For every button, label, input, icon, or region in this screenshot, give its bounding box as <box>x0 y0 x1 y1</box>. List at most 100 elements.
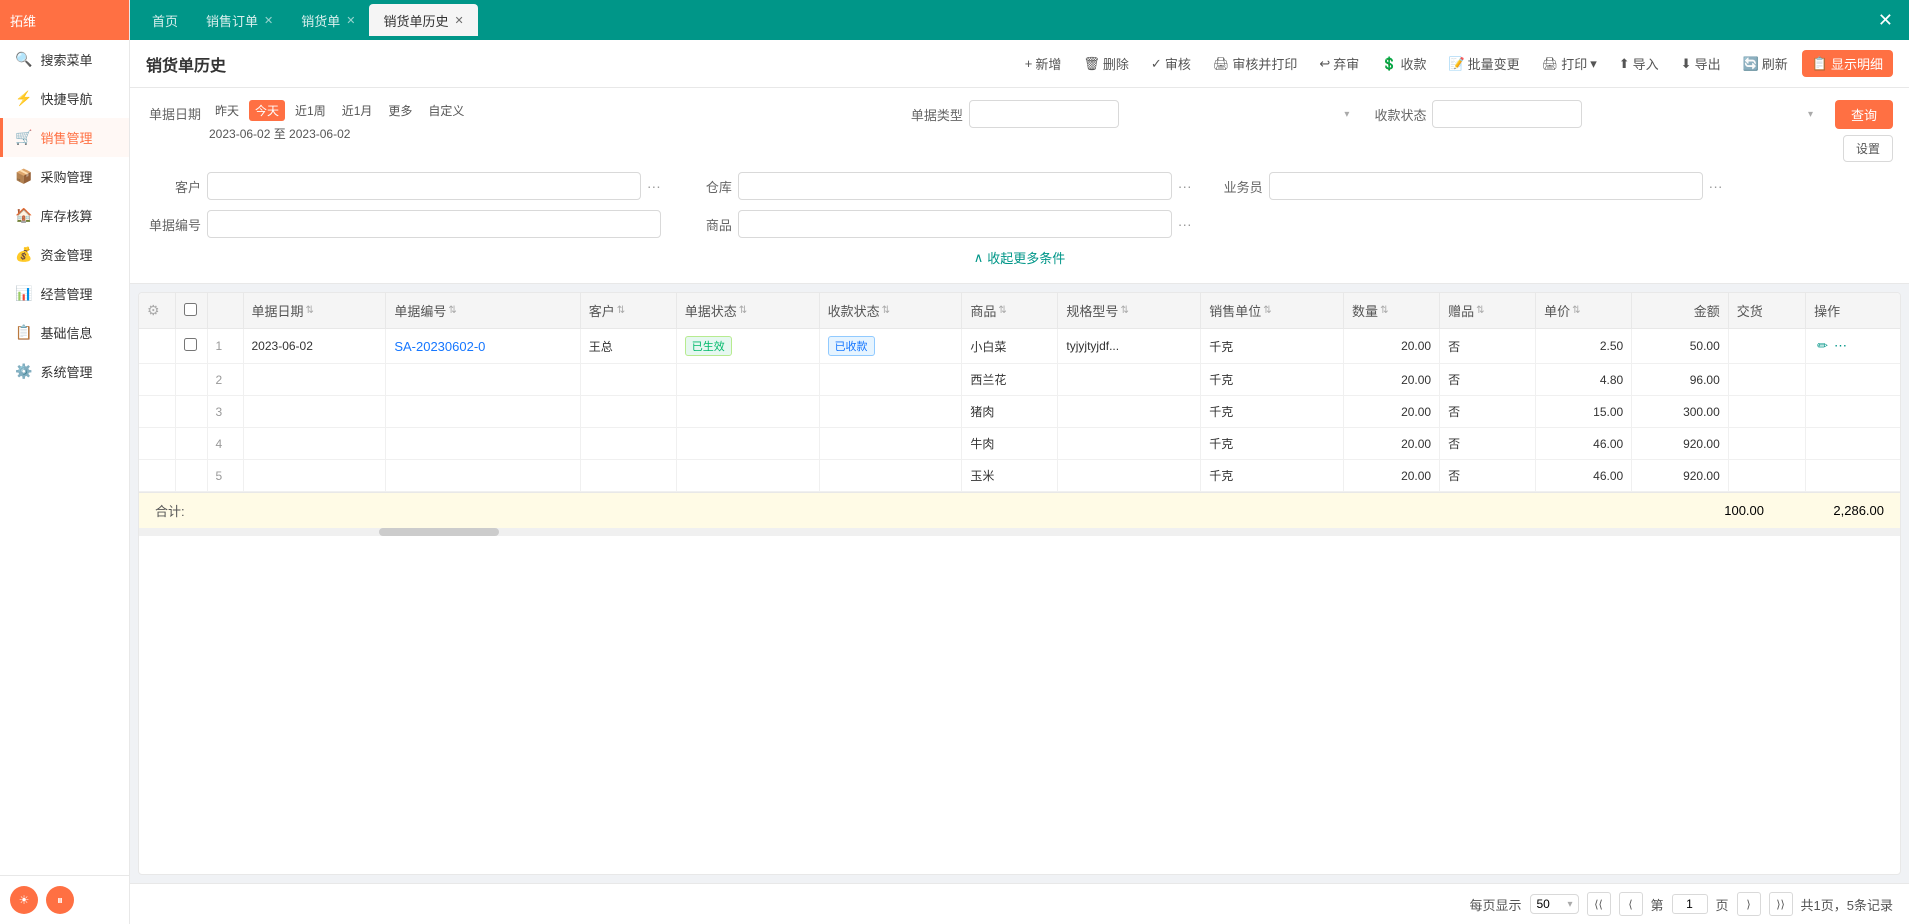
sidebar-item-basic-info[interactable]: 📋 基础信息 <box>0 313 129 352</box>
shortcut-custom[interactable]: 自定义 <box>422 100 470 121</box>
col-unit[interactable]: 销售单位 ⇅ <box>1201 293 1344 329</box>
warehouse-dots[interactable]: ··· <box>1178 178 1192 194</box>
row-price: 46.00 <box>1536 428 1632 460</box>
tab-home[interactable]: 首页 <box>138 4 192 36</box>
shortcut-today[interactable]: 今天 <box>249 100 285 121</box>
col-qty[interactable]: 数量 ⇅ <box>1344 293 1440 329</box>
tabs-bar: 首页 销售订单 ✕ 销货单 ✕ 销货单历史 ✕ ✕ <box>130 0 1909 40</box>
horizontal-scrollbar[interactable] <box>139 528 1900 536</box>
col-doc-status[interactable]: 单据状态 ⇅ <box>676 293 819 329</box>
shortcut-more[interactable]: 更多 <box>382 100 418 121</box>
qty-sort-icon: ⇅ <box>1380 305 1388 316</box>
receive-button[interactable]: 💲 收款 <box>1373 50 1434 77</box>
row-gift: 否 <box>1440 364 1536 396</box>
col-payment-status[interactable]: 收款状态 ⇅ <box>819 293 962 329</box>
row-no: 2 <box>207 364 243 396</box>
scroll-thumb[interactable] <box>379 528 499 536</box>
row-checkbox[interactable] <box>184 338 197 351</box>
sidebar-item-inventory[interactable]: 🏠 库存核算 <box>0 196 129 235</box>
row-price: 2.50 <box>1536 329 1632 364</box>
page-content: 销货单历史 + 新增 🗑 删除 ✓ 审核 🖨 审核并打印 <box>130 40 1909 924</box>
next-page-btn[interactable]: ⟩ <box>1737 892 1761 916</box>
row-checkbox-cell[interactable] <box>175 364 207 396</box>
tab-sales-order[interactable]: 销售订单 ✕ <box>192 4 287 36</box>
tab-sales-order-close[interactable]: ✕ <box>264 14 273 27</box>
query-button[interactable]: 查询 <box>1835 100 1893 129</box>
audit-button[interactable]: ✓ 审核 <box>1143 50 1199 77</box>
prev-page-btn[interactable]: ⟨ <box>1619 892 1643 916</box>
tab-sales-history[interactable]: 销货单历史 ✕ <box>369 4 477 36</box>
sidebar-item-sys-mgmt[interactable]: ⚙️ 系统管理 <box>0 352 129 391</box>
new-icon: + <box>1025 56 1033 71</box>
col-price[interactable]: 单价 ⇅ <box>1536 293 1632 329</box>
sidebar-item-operations[interactable]: 📊 经营管理 <box>0 274 129 313</box>
shortcut-last30[interactable]: 近1月 <box>336 100 379 121</box>
row-doc-date: 2023-06-02 <box>243 329 386 364</box>
audit-print-button[interactable]: 🖨 审核并打印 <box>1205 50 1306 77</box>
delete-button[interactable]: 🗑 删除 <box>1075 50 1137 77</box>
doc-type-select[interactable] <box>969 100 1119 128</box>
product-input[interactable] <box>738 210 1172 238</box>
edit-icon[interactable]: ✏ <box>1817 338 1828 353</box>
more-icon[interactable]: ⋯ <box>1834 338 1847 353</box>
sidebar-item-purchase-mgmt[interactable]: 📦 采购管理 <box>0 157 129 196</box>
print-button[interactable]: 🖨 打印 ▾ <box>1534 50 1605 77</box>
discard-button[interactable]: ↩ 弃审 <box>1311 50 1367 77</box>
pagination: 每页显示 50 100 200 ⟨⟨ ⟨ 第 页 ⟩ ⟩⟩ 共1页，5条记录 <box>130 883 1909 924</box>
col-doc-date[interactable]: 单据日期 ⇅ <box>243 293 386 329</box>
sidebar-item-sales-mgmt[interactable]: 🛒 销售管理 <box>0 118 129 157</box>
refresh-button[interactable]: 🔄 刷新 <box>1735 50 1796 77</box>
page-input[interactable] <box>1672 894 1708 914</box>
set-button[interactable]: 设置 <box>1843 135 1893 162</box>
tab-sales-history-close[interactable]: ✕ <box>455 14 464 27</box>
sidebar-btn2[interactable]: ⏸ <box>46 886 74 914</box>
row-payment-status <box>819 364 962 396</box>
customer-dots[interactable]: ··· <box>647 178 661 194</box>
tab-sales-delivery[interactable]: 销货单 ✕ <box>287 4 369 36</box>
shortcut-yesterday[interactable]: 昨天 <box>209 100 245 121</box>
row-checkbox-cell[interactable] <box>175 428 207 460</box>
salesperson-input[interactable] <box>1269 172 1703 200</box>
shortcut-last7[interactable]: 近1周 <box>289 100 332 121</box>
close-all-tabs[interactable]: ✕ <box>1870 10 1901 31</box>
batch-change-button[interactable]: 📝 批量变更 <box>1440 50 1527 77</box>
row-checkbox-cell[interactable] <box>175 396 207 428</box>
select-all-checkbox[interactable] <box>184 303 197 316</box>
salesperson-dots[interactable]: ··· <box>1709 178 1723 194</box>
row-checkbox-cell[interactable] <box>175 460 207 492</box>
export-button[interactable]: ⬇ 导出 <box>1673 50 1729 77</box>
new-button[interactable]: + 新增 <box>1017 50 1070 77</box>
settings-icon[interactable]: ⚙ <box>147 302 160 318</box>
col-product[interactable]: 商品 ⇅ <box>962 293 1058 329</box>
sidebar-item-finance[interactable]: 💰 资金管理 <box>0 235 129 274</box>
page-label: 第 <box>1651 895 1664 914</box>
row-doc-status <box>676 460 819 492</box>
doc-no-input[interactable] <box>207 210 661 238</box>
col-doc-no[interactable]: 单据编号 ⇅ <box>386 293 580 329</box>
warehouse-input[interactable] <box>738 172 1172 200</box>
import-button[interactable]: ⬆ 导入 <box>1611 50 1667 77</box>
sidebar-btn1[interactable]: ☀ <box>10 886 38 914</box>
col-amount: 金额 <box>1632 293 1729 329</box>
col-settings[interactable]: ⚙ <box>139 293 175 329</box>
customer-input[interactable] <box>207 172 641 200</box>
col-spec[interactable]: 规格型号 ⇅ <box>1058 293 1201 329</box>
row-checkbox-cell[interactable] <box>175 329 207 364</box>
show-detail-button[interactable]: 📋 显示明细 <box>1802 50 1893 77</box>
sidebar-item-search-menu[interactable]: 🔍 搜索菜单 <box>0 40 129 79</box>
product-dots[interactable]: ··· <box>1178 216 1192 232</box>
tab-sales-delivery-close[interactable]: ✕ <box>346 14 355 27</box>
collapse-filter-btn[interactable]: ∧ 收起更多条件 <box>146 244 1893 271</box>
payment-status-select[interactable] <box>1432 100 1582 128</box>
sidebar-item-quick-nav[interactable]: ⚡ 快捷导航 <box>0 79 129 118</box>
first-page-btn[interactable]: ⟨⟨ <box>1587 892 1611 916</box>
row-amount: 50.00 <box>1632 329 1729 364</box>
col-customer[interactable]: 客户 ⇅ <box>580 293 676 329</box>
doc-status-sort-icon: ⇅ <box>739 305 747 316</box>
date-range-display: 2023-06-02 至 2023-06-02 <box>209 125 470 142</box>
per-page-select[interactable]: 50 100 200 <box>1530 894 1579 914</box>
row-actions <box>1806 364 1900 396</box>
last-page-btn[interactable]: ⟩⟩ <box>1769 892 1793 916</box>
doc-no-link[interactable]: SA-20230602-0 <box>394 339 485 354</box>
col-gift[interactable]: 赠品 ⇅ <box>1440 293 1536 329</box>
